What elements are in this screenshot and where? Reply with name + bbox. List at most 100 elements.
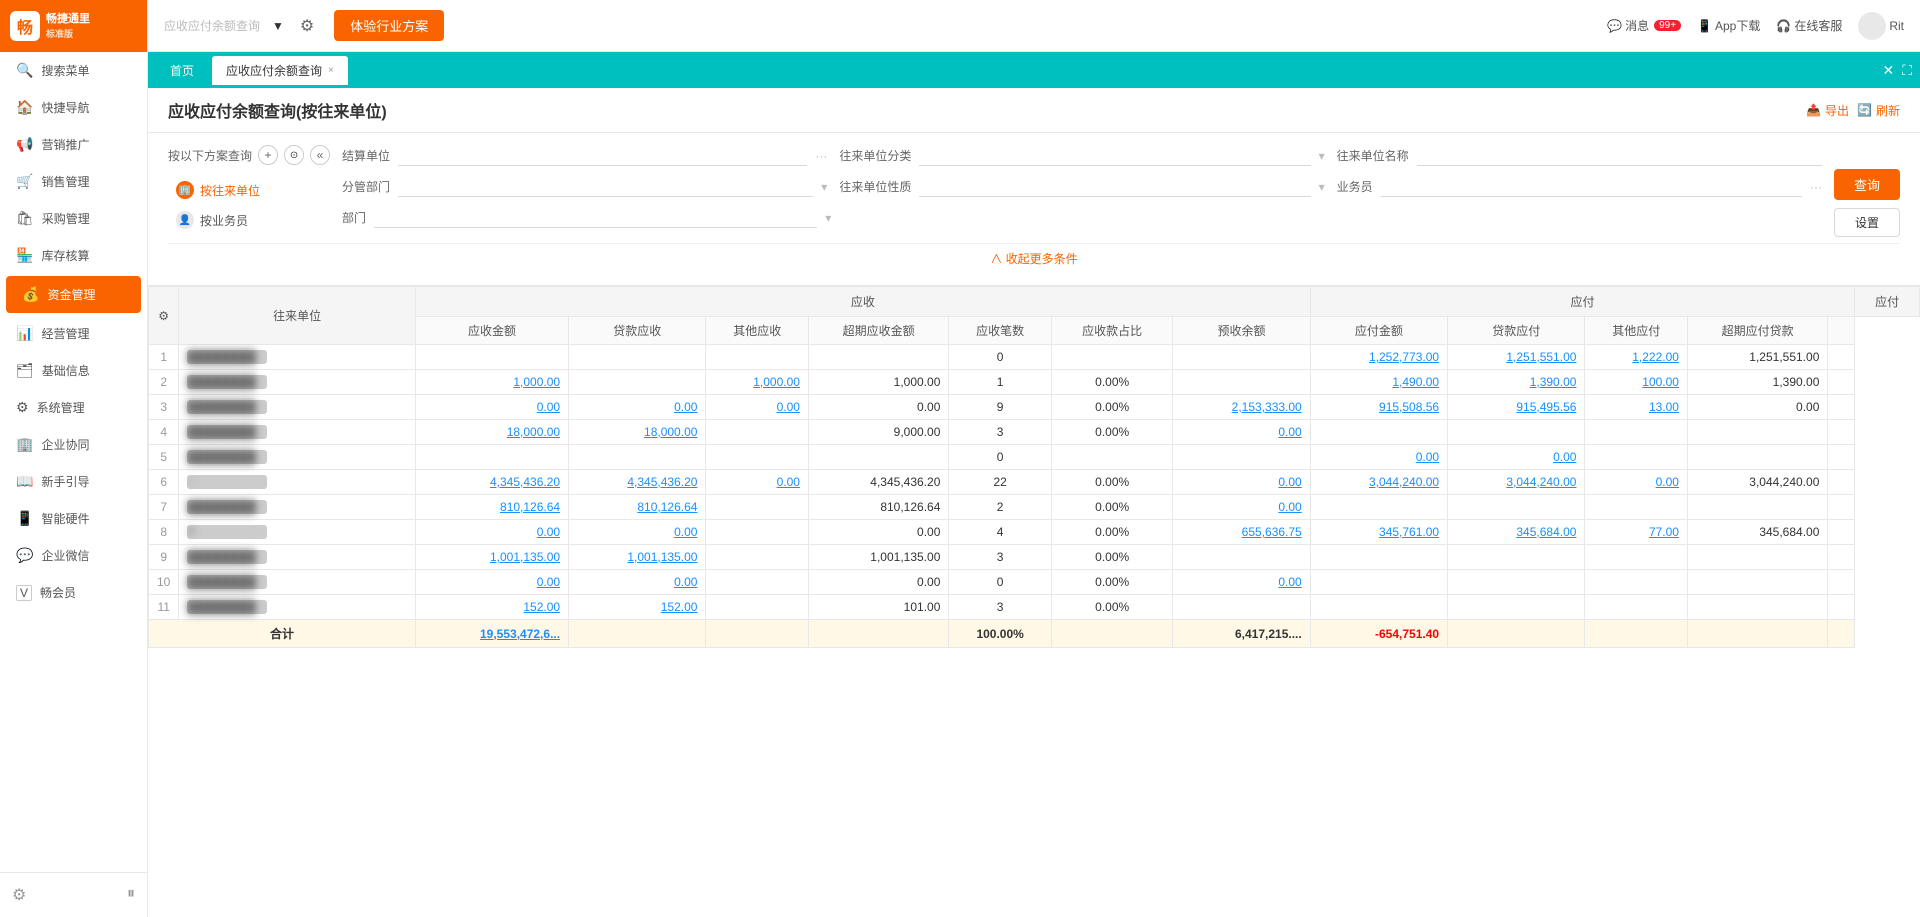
sidebar-item-wechat[interactable]: 💬 企业微信 (0, 537, 147, 574)
row-recv-amount[interactable]: 1,000.00 (415, 370, 568, 395)
tab-receivables[interactable]: 应收应付余额查询 × (212, 56, 348, 85)
partner-nature-dropdown-icon[interactable]: ▾ (1319, 180, 1325, 194)
messages-button[interactable]: 💬 消息 99+ (1607, 17, 1681, 34)
row-loan-pay[interactable]: 1,390.00 (1448, 370, 1585, 395)
partner-nature-input[interactable] (919, 176, 1310, 197)
tab-home[interactable]: 首页 (156, 56, 208, 85)
row-loan-pay[interactable] (1448, 570, 1585, 595)
row-pay-amount[interactable]: 0.00 (1310, 445, 1447, 470)
filter-collapse-button[interactable]: « (310, 145, 330, 165)
row-loan-recv[interactable]: 152.00 (569, 595, 706, 620)
sidebar-item-member[interactable]: V 畅会员 (0, 574, 147, 611)
row-other-recv[interactable] (706, 445, 809, 470)
sidebar-item-system[interactable]: ⚙ 系统管理 (0, 389, 147, 426)
row-loan-recv[interactable]: 0.00 (569, 395, 706, 420)
row-recv-amount[interactable]: 0.00 (415, 395, 568, 420)
row-other-pay[interactable] (1585, 420, 1688, 445)
row-prepaid[interactable]: 0.00 (1173, 420, 1310, 445)
sidebar-item-finance[interactable]: 💰 资金管理 (6, 276, 141, 313)
row-loan-recv[interactable] (569, 370, 706, 395)
row-loan-pay[interactable]: 3,044,240.00 (1448, 470, 1585, 495)
row-prepaid[interactable] (1173, 445, 1310, 470)
partner-category-dropdown-icon[interactable]: ▾ (1319, 149, 1325, 163)
partner-category-input[interactable] (919, 145, 1310, 166)
filter-collapse-button[interactable]: ∧ 收起更多条件 (168, 243, 1900, 273)
row-other-recv[interactable] (706, 495, 809, 520)
row-other-recv[interactable] (706, 545, 809, 570)
partner-name-input[interactable] (1417, 145, 1822, 166)
dept-manager-input[interactable] (398, 176, 813, 197)
export-button[interactable]: 📤 导出 (1806, 102, 1849, 119)
sidebar-item-guide[interactable]: 📖 新手引导 (0, 463, 147, 500)
topbar-dropdown[interactable]: ▼ (272, 19, 284, 33)
row-loan-recv[interactable]: 1,001,135.00 (569, 545, 706, 570)
row-other-pay[interactable]: 0.00 (1585, 470, 1688, 495)
topbar-gear-icon[interactable]: ⚙ (300, 16, 314, 36)
settlement-unit-dots-icon[interactable]: ··· (815, 149, 827, 163)
row-recv-amount[interactable]: 0.00 (415, 570, 568, 595)
row-pay-amount[interactable] (1310, 595, 1447, 620)
row-loan-pay[interactable]: 345,684.00 (1448, 520, 1585, 545)
refresh-button[interactable]: 🔄 刷新 (1857, 102, 1900, 119)
row-other-recv[interactable]: 0.00 (706, 470, 809, 495)
row-prepaid[interactable] (1173, 370, 1310, 395)
sidebar-item-marketing[interactable]: 📢 营销推广 (0, 126, 147, 163)
sidebar-item-quicknav[interactable]: 🏠 快捷导航 (0, 89, 147, 126)
sidebar-item-operations[interactable]: 📊 经营管理 (0, 315, 147, 352)
col-settings[interactable]: ⚙ (149, 287, 179, 345)
department-dropdown-icon[interactable]: ▾ (825, 211, 831, 225)
user-avatar[interactable]: Rit (1858, 12, 1904, 40)
row-other-recv[interactable] (706, 595, 809, 620)
row-other-pay[interactable] (1585, 545, 1688, 570)
filter-add-button[interactable]: + (258, 145, 278, 165)
row-prepaid[interactable] (1173, 545, 1310, 570)
row-loan-pay[interactable]: 915,495.56 (1448, 395, 1585, 420)
department-input[interactable] (374, 207, 817, 228)
row-pay-amount[interactable] (1310, 570, 1447, 595)
settings-footer-icon[interactable]: ⚙ (12, 885, 26, 905)
row-other-recv[interactable]: 0.00 (706, 395, 809, 420)
close-window-icon[interactable]: ✕ (1882, 62, 1894, 79)
dept-manager-dropdown-icon[interactable]: ▾ (821, 180, 827, 194)
row-prepaid[interactable] (1173, 345, 1310, 370)
app-download-button[interactable]: 📱 App下载 (1697, 17, 1760, 34)
row-loan-pay[interactable] (1448, 595, 1585, 620)
row-pay-amount[interactable]: 915,508.56 (1310, 395, 1447, 420)
row-loan-pay[interactable]: 0.00 (1448, 445, 1585, 470)
row-recv-amount[interactable]: 0.00 (415, 520, 568, 545)
row-other-pay[interactable] (1585, 445, 1688, 470)
row-pay-amount[interactable] (1310, 545, 1447, 570)
row-loan-recv[interactable]: 0.00 (569, 570, 706, 595)
row-prepaid[interactable]: 655,636.75 (1173, 520, 1310, 545)
expand-window-icon[interactable]: ⛶ (1902, 62, 1912, 79)
row-other-recv[interactable]: 1,000.00 (706, 370, 809, 395)
row-recv-amount[interactable] (415, 345, 568, 370)
row-loan-recv[interactable]: 810,126.64 (569, 495, 706, 520)
sidebar-item-purchase[interactable]: 🛍 采购管理 (0, 200, 147, 237)
row-recv-amount[interactable]: 1,001,135.00 (415, 545, 568, 570)
row-prepaid[interactable] (1173, 595, 1310, 620)
query-button[interactable]: 查询 (1834, 169, 1900, 200)
filter-scheme-button[interactable]: ⊙ (284, 145, 304, 165)
row-other-recv[interactable] (706, 345, 809, 370)
row-other-pay[interactable]: 1,222.00 (1585, 345, 1688, 370)
sidebar-item-sales[interactable]: 🛒 销售管理 (0, 163, 147, 200)
row-other-pay[interactable]: 100.00 (1585, 370, 1688, 395)
sidebar-item-enterprise[interactable]: 🏢 企业协同 (0, 426, 147, 463)
row-prepaid[interactable]: 0.00 (1173, 470, 1310, 495)
row-other-pay[interactable] (1585, 570, 1688, 595)
salesperson-dots-icon[interactable]: ··· (1810, 180, 1822, 194)
row-other-pay[interactable] (1585, 595, 1688, 620)
row-other-recv[interactable] (706, 520, 809, 545)
row-loan-recv[interactable]: 18,000.00 (569, 420, 706, 445)
row-other-pay[interactable]: 13.00 (1585, 395, 1688, 420)
row-recv-amount[interactable] (415, 445, 568, 470)
sidebar-item-basic[interactable]: 🗂 基础信息 (0, 352, 147, 389)
row-loan-pay[interactable] (1448, 420, 1585, 445)
row-other-recv[interactable] (706, 420, 809, 445)
total-recv-amount[interactable]: 19,553,472,6... (415, 620, 568, 648)
row-prepaid[interactable]: 2,153,333.00 (1173, 395, 1310, 420)
row-loan-recv[interactable]: 0.00 (569, 520, 706, 545)
filter-settings-button[interactable]: 设置 (1834, 208, 1900, 237)
solution-button[interactable]: 体验行业方案 (334, 10, 444, 41)
